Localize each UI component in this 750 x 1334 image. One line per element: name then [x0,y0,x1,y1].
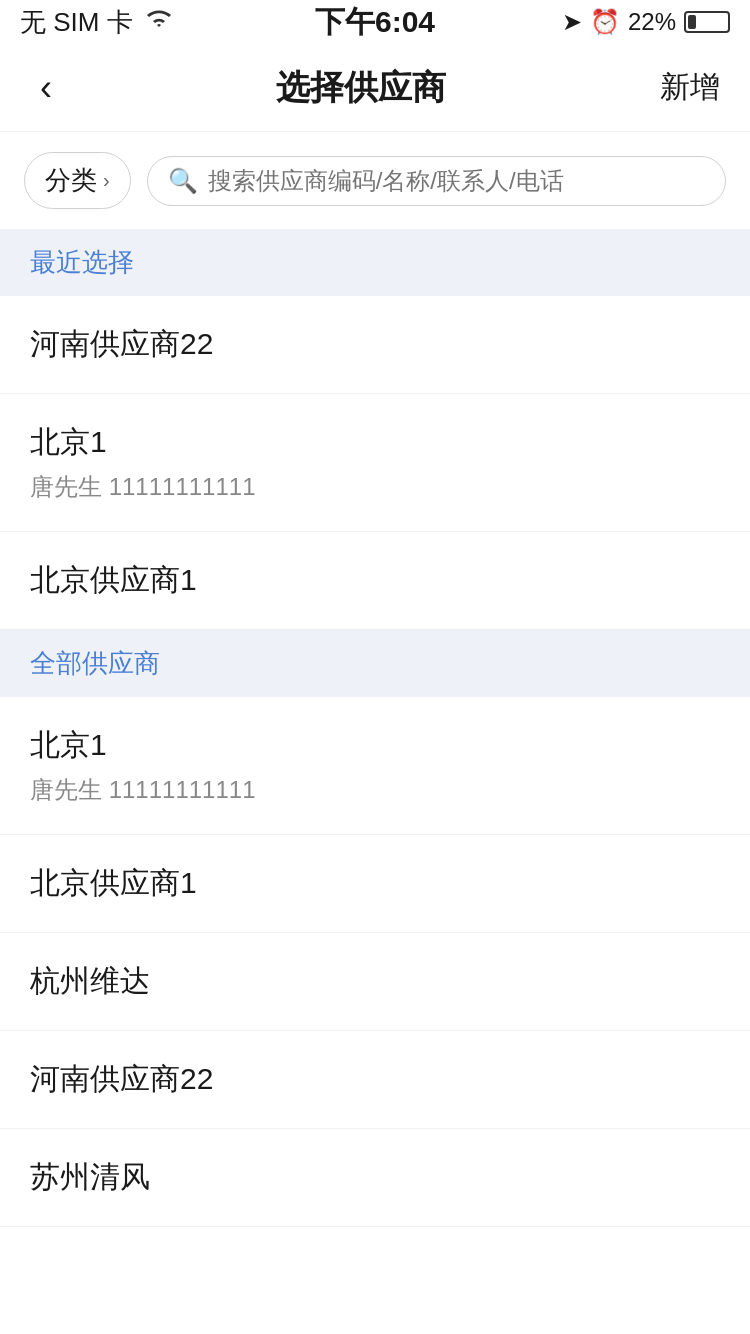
list-item[interactable]: 河南供应商22 [0,296,750,394]
recent-section-header: 最近选择 [0,229,750,296]
item-contact: 唐先生 11111111111 [30,471,720,503]
category-label: 分类 [45,163,97,198]
search-input[interactable] [208,167,705,195]
list-item[interactable]: 杭州维达 [0,933,750,1031]
location-icon: ➤ [562,8,582,36]
item-name: 北京供应商1 [30,863,720,904]
wifi-icon [143,7,175,38]
battery-percent: 22% [628,8,676,36]
search-icon: 🔍 [168,167,198,195]
page-title: 选择供应商 [276,65,446,111]
item-name: 河南供应商22 [30,324,720,365]
status-right: ➤ ⏰ 22% [562,8,730,36]
item-name: 杭州维达 [30,961,720,1002]
battery-icon [684,11,730,33]
item-name: 北京1 [30,725,720,766]
item-contact: 唐先生 11111111111 [30,774,720,806]
list-item[interactable]: 北京供应商1 [0,532,750,630]
list-item[interactable]: 北京1 唐先生 11111111111 [0,697,750,835]
all-section-label: 全部供应商 [30,648,160,678]
status-bar: 无 SIM 卡 下午6:04 ➤ ⏰ 22% [0,0,750,44]
item-name: 河南供应商22 [30,1059,720,1100]
alarm-icon: ⏰ [590,8,620,36]
item-name: 苏州清风 [30,1157,720,1198]
recent-section-label: 最近选择 [30,247,134,277]
chevron-right-icon: › [103,169,110,192]
list-item[interactable]: 苏州清风 [0,1129,750,1227]
category-button[interactable]: 分类 › [24,152,131,209]
item-name: 北京供应商1 [30,560,720,601]
status-time: 下午6:04 [315,2,435,43]
add-button[interactable]: 新增 [660,67,720,108]
back-button[interactable]: ‹ [30,57,62,119]
status-left: 无 SIM 卡 [20,5,175,40]
recent-list: 河南供应商22 北京1 唐先生 11111111111 北京供应商1 [0,296,750,630]
all-section-header: 全部供应商 [0,630,750,697]
nav-bar: ‹ 选择供应商 新增 [0,44,750,132]
item-name: 北京1 [30,422,720,463]
search-bar[interactable]: 🔍 [147,156,726,206]
carrier-text: 无 SIM 卡 [20,5,133,40]
all-list: 北京1 唐先生 11111111111 北京供应商1 杭州维达河南供应商22 苏州清风 [0,697,750,1227]
list-item[interactable]: 北京1 唐先生 11111111111 [0,394,750,532]
filter-bar: 分类 › 🔍 [0,132,750,229]
list-item[interactable]: 河南供应商22 [0,1031,750,1129]
list-item[interactable]: 北京供应商1 [0,835,750,933]
